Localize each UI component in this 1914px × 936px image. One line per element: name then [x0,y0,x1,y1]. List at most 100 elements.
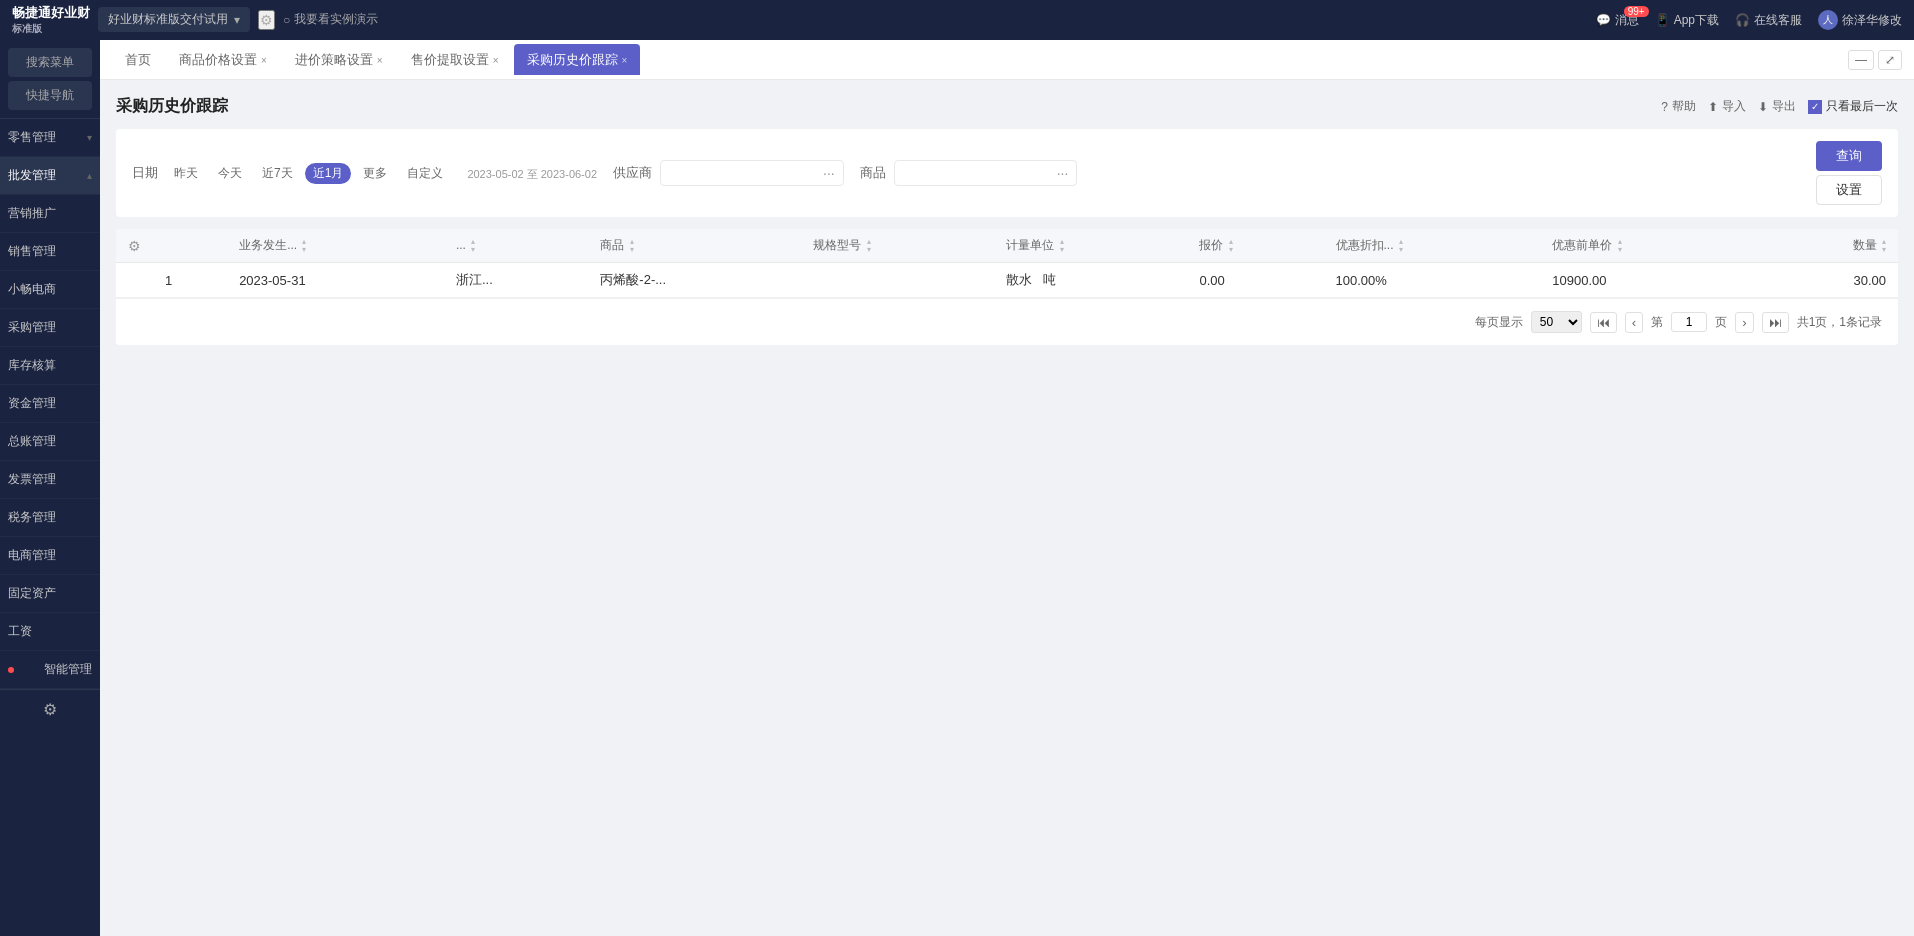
sidebar-item-tax[interactable]: 税务管理 [0,499,100,537]
sidebar-item-retail[interactable]: 零售管理 ▾ [0,119,100,157]
date-btn-today[interactable]: 今天 [210,163,250,184]
col-unit[interactable]: 计量单位 ▴▾ [994,229,1187,263]
topbar: 畅捷通好业财 标准版 好业财标准版交付试用 ▾ ⚙ ○ 我要看实例演示 💬 消息… [0,0,1914,40]
sidebar-item-sales[interactable]: 销售管理 [0,233,100,271]
content-area: 首页 商品价格设置 × 进价策略设置 × 售价提取设置 × 采购历史价跟踪 × … [100,40,1914,936]
sidebar-item-smart[interactable]: 智能管理 [0,651,100,689]
import-button[interactable]: ⬆ 导入 [1708,98,1746,115]
topbar-left: 畅捷通好业财 标准版 好业财标准版交付试用 ▾ ⚙ ○ 我要看实例演示 [12,5,378,35]
query-button[interactable]: 查询 [1816,141,1882,171]
demo-btn[interactable]: ○ 我要看实例演示 [283,11,378,28]
tab-price[interactable]: 商品价格设置 × [166,44,280,75]
col-goods[interactable]: 商品 ▴▾ [588,229,801,263]
sidebar-item-inventory[interactable]: 库存核算 [0,347,100,385]
export-button[interactable]: ⬇ 导出 [1758,98,1796,115]
cell-goods: 丙烯酸-2-... [588,263,801,298]
col-more[interactable]: ... ▴▾ [444,229,588,263]
column-settings-button[interactable]: ⚙ [128,238,141,254]
sidebar-settings-button[interactable]: ⚙ [43,700,57,719]
table-body: 1 2023-05-31 浙江... 丙烯酸-2-... 散水 吨 0.00 1… [116,263,1898,298]
export-icon: ⬇ [1758,100,1768,114]
tab-purchase-strategy[interactable]: 进价策略设置 × [282,44,396,75]
search-menu-button[interactable]: 搜索菜单 [8,48,92,77]
topbar-gear-button[interactable]: ⚙ [258,10,275,30]
help-label: 帮助 [1672,98,1696,115]
sidebar-item-label: 零售管理 [8,129,56,146]
cell-quote: 0.00 [1187,263,1323,298]
page-prev-button[interactable]: ‹ [1625,312,1643,333]
app-download-btn[interactable]: 📱 App下载 [1655,12,1719,29]
goods-more-icon[interactable]: ··· [1057,165,1069,181]
tab-close-icon[interactable]: × [261,55,267,66]
page-title: 采购历史价跟踪 [116,96,228,117]
app-logo: 畅捷通好业财 标准版 [12,5,90,35]
page-header: 采购历史价跟踪 ? 帮助 ⬆ 导入 ⬇ 导出 ✓ [116,96,1898,117]
col-date[interactable]: 业务发生... ▴▾ [227,229,444,263]
user-menu[interactable]: 人 徐泽华修改 [1818,10,1902,30]
tab-close-icon[interactable]: × [377,55,383,66]
goods-input[interactable] [903,166,1053,180]
goods-filter-label: 商品 [860,164,886,182]
sidebar-item-finance[interactable]: 资金管理 [0,385,100,423]
tab-minimize-button[interactable]: — [1848,50,1874,70]
tab-maximize-button[interactable]: ⤢ [1878,50,1902,70]
per-page-select[interactable]: 50 100 200 [1531,311,1582,333]
page-input[interactable] [1671,312,1707,332]
date-btn-more[interactable]: 更多 [355,163,395,184]
user-name: 徐泽华修改 [1842,12,1902,29]
sidebar-item-label: 税务管理 [8,509,56,526]
page-first-button[interactable]: ⏮ [1590,312,1617,333]
chevron-icon: ▾ [87,132,92,143]
chevron-down-icon: ▾ [234,13,240,27]
col-quantity[interactable]: 数量 ▴▾ [1762,229,1898,263]
col-num [153,229,227,263]
page-last-button[interactable]: ⏭ [1762,312,1789,333]
col-discount-rate[interactable]: 优惠折扣... ▴▾ [1324,229,1541,263]
version-selector[interactable]: 好业财标准版交付试用 ▾ [98,7,250,32]
sidebar-item-salary[interactable]: 工资 [0,613,100,651]
sidebar-item-wholesale[interactable]: 批发管理 ▴ [0,157,100,195]
help-button[interactable]: ? 帮助 [1661,98,1696,115]
tab-home[interactable]: 首页 [112,44,164,75]
notification-dot [8,667,14,673]
sidebar-item-ecommerce-small[interactable]: 小畅电商 [0,271,100,309]
quick-nav-button[interactable]: 快捷导航 [8,81,92,110]
sidebar-item-marketing[interactable]: 营销推广 [0,195,100,233]
messages-badge: 99+ [1624,6,1649,17]
tab-label: 进价策略设置 [295,51,373,69]
date-btn-yesterday[interactable]: 昨天 [166,163,206,184]
sidebar-item-assets[interactable]: 固定资产 [0,575,100,613]
date-btn-1month[interactable]: 近1月 [305,163,352,184]
cell-settings [116,263,153,298]
sidebar-item-invoice[interactable]: 发票管理 [0,461,100,499]
online-service-label: 在线客服 [1754,12,1802,29]
sort-arrows-pre-discount: ▴▾ [1618,238,1622,254]
pagination: 每页显示 50 100 200 ⏮ ‹ 第 页 › ⏭ 共1页，1条记录 [116,298,1898,345]
demo-label: 我要看实例演示 [294,11,378,28]
supplier-input[interactable] [669,166,819,180]
col-pre-discount-price[interactable]: 优惠前单价 ▴▾ [1540,229,1762,263]
filter-settings-button[interactable]: 设置 [1816,175,1882,205]
online-service-btn[interactable]: 🎧 在线客服 [1735,12,1802,29]
supplier-more-icon[interactable]: ··· [823,165,835,181]
sort-arrows-goods: ▴▾ [630,238,634,254]
cell-discount-rate: 100.00% [1324,263,1541,298]
sidebar-item-label: 小畅电商 [8,281,56,298]
sidebar-item-ecommerce[interactable]: 电商管理 [0,537,100,575]
tab-history-price[interactable]: 采购历史价跟踪 × [514,44,641,75]
page-next-button[interactable]: › [1735,312,1753,333]
messages-btn[interactable]: 💬 消息 99+ [1596,12,1639,29]
sidebar-item-purchase[interactable]: 采购管理 [0,309,100,347]
tab-label: 采购历史价跟踪 [527,51,618,69]
sidebar: 搜索菜单 快捷导航 零售管理 ▾ 批发管理 ▴ 营销推广 销售管理 小畅电商 采… [0,40,100,936]
sidebar-item-accounting[interactable]: 总账管理 [0,423,100,461]
date-btn-custom[interactable]: 自定义 [399,163,451,184]
col-quote[interactable]: 报价 ▴▾ [1187,229,1323,263]
date-btn-7days[interactable]: 近7天 [254,163,301,184]
only-last-checkbox[interactable]: ✓ 只看最后一次 [1808,98,1898,115]
tab-close-icon[interactable]: × [622,55,628,66]
page-label: 第 [1651,314,1663,331]
tab-sale-extract[interactable]: 售价提取设置 × [398,44,512,75]
col-spec[interactable]: 规格型号 ▴▾ [801,229,994,263]
tab-close-icon[interactable]: × [493,55,499,66]
